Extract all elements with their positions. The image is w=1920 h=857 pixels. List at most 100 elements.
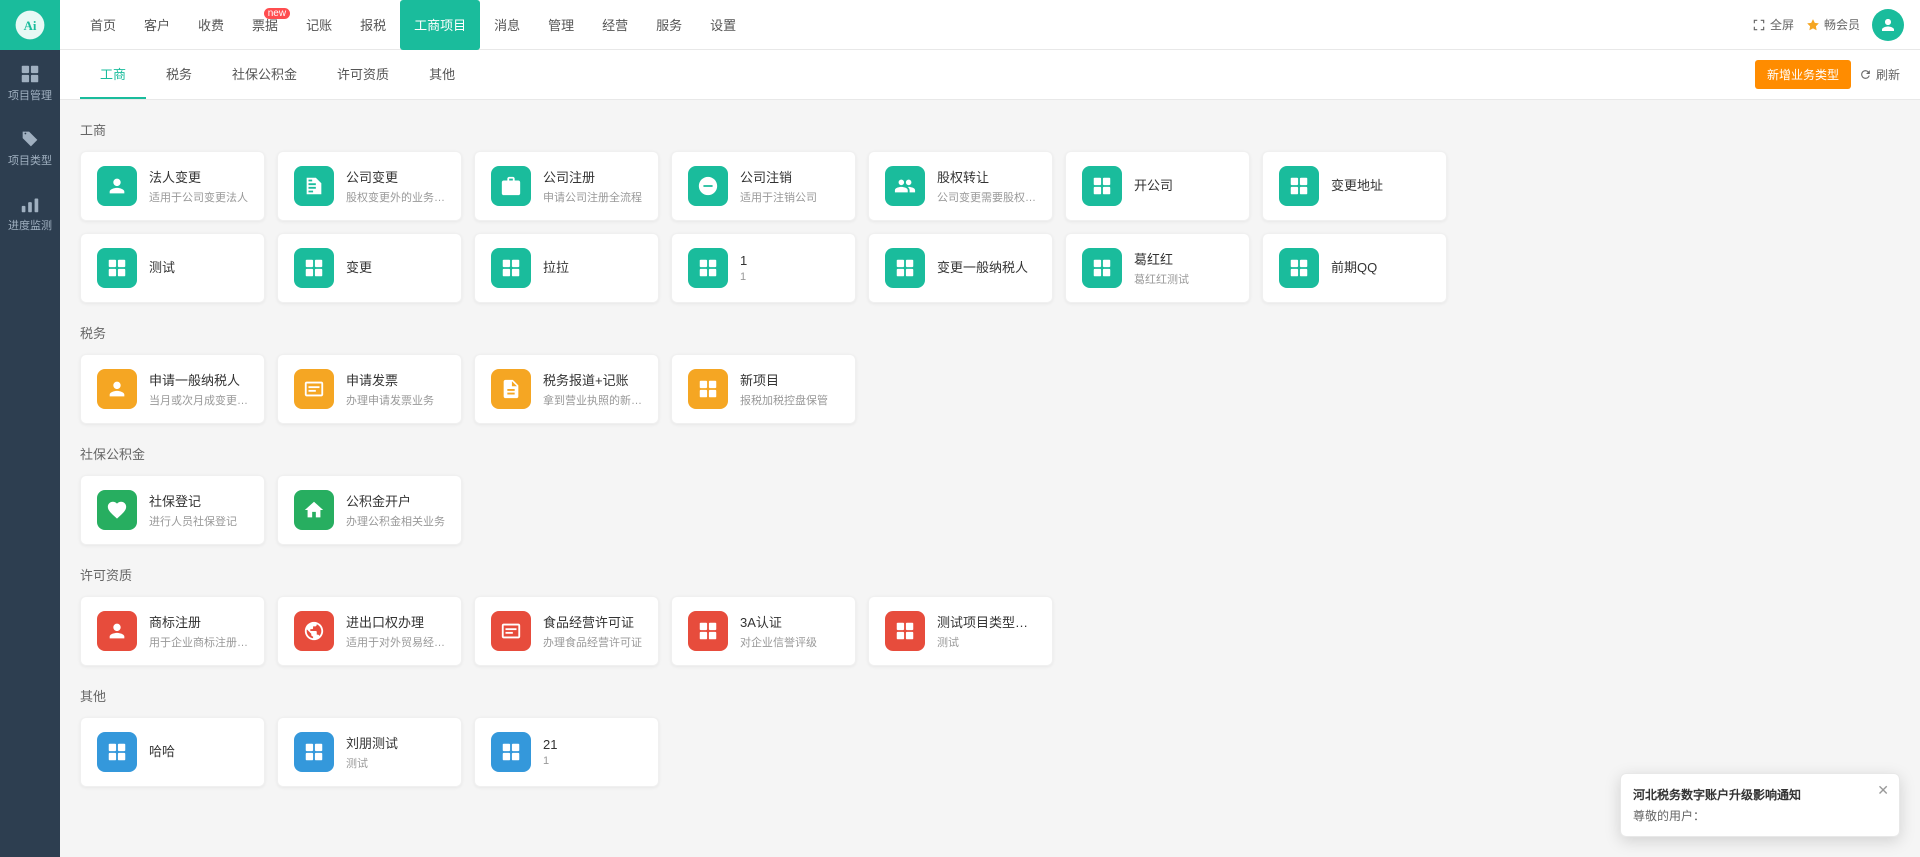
card-title-company-cancel: 公司注销 (740, 167, 839, 186)
card-title-trademark: 商标注册 (149, 612, 248, 631)
tab-shebao[interactable]: 社保公积金 (212, 50, 317, 99)
refresh-button[interactable]: 刷新 (1859, 66, 1900, 83)
tab-other[interactable]: 其他 (409, 50, 475, 99)
card-icon-open-company (1082, 166, 1122, 206)
card-desc-import-export: 适用于对外贸易经营者 (346, 634, 445, 650)
nav-message[interactable]: 消息 (480, 0, 534, 50)
section-title-other: 其他 (80, 686, 1900, 705)
card-3a-cert[interactable]: 3A认证 对企业信誉评级 (671, 596, 856, 666)
nav-service[interactable]: 服务 (642, 0, 696, 50)
card-desc-company-change: 股权变更外的业务变更 (346, 189, 445, 205)
nav-accounting[interactable]: 记账 (292, 0, 346, 50)
nav-billing[interactable]: 收费 (184, 0, 238, 50)
card-title-apply-invoice: 申请发票 (346, 370, 445, 389)
nav-tax[interactable]: 报税 (346, 0, 400, 50)
card-info-twenty-one: 21 1 (543, 737, 642, 767)
tab-gongshang[interactable]: 工商 (80, 50, 146, 99)
card-company-register[interactable]: 公司注册 申请公司注册全流程 (474, 151, 659, 221)
card-open-company[interactable]: 开公司 (1065, 151, 1250, 221)
refresh-label: 刷新 (1876, 66, 1900, 83)
card-title-haha: 哈哈 (149, 741, 248, 760)
card-icon-apply-invoice (294, 369, 334, 409)
fullscreen-button[interactable]: 全屏 (1752, 16, 1794, 33)
card-qq[interactable]: 前期QQ (1262, 233, 1447, 303)
card-lala[interactable]: 拉拉 (474, 233, 659, 303)
card-desc-one: 1 (740, 271, 839, 283)
add-type-button[interactable]: 新增业务类型 (1755, 60, 1851, 89)
card-apply-invoice[interactable]: 申请发票 办理申请发票业务 (277, 354, 462, 424)
card-icon-food-license (491, 611, 531, 651)
fullscreen-label: 全屏 (1770, 16, 1794, 33)
card-import-export[interactable]: 进出口权办理 适用于对外贸易经营者 (277, 596, 462, 666)
notification-body: 尊敬的用户： (1633, 807, 1887, 824)
card-desc-twenty-one: 1 (543, 755, 642, 767)
card-change-address[interactable]: 变更地址 (1262, 151, 1447, 221)
card-title-legal-change: 法人变更 (149, 167, 248, 186)
card-icon-test-type (885, 611, 925, 651)
card-info-company-change: 公司变更 股权变更外的业务变更 (346, 167, 445, 205)
chart-icon (18, 192, 42, 216)
section-title-xuke: 许可资质 (80, 565, 1900, 584)
card-info-mahonghong: 葛红红 葛红红测试 (1134, 249, 1233, 287)
sidebar-item-project-type[interactable]: 项目类型 (0, 115, 60, 180)
tab-xuke[interactable]: 许可资质 (317, 50, 409, 99)
vip-button[interactable]: 畅会员 (1806, 16, 1860, 33)
card-info-lala: 拉拉 (543, 257, 642, 279)
card-new-project[interactable]: 新项目 报税加税控盘保管 (671, 354, 856, 424)
card-icon-legal-change (97, 166, 137, 206)
nav-settings[interactable]: 设置 (696, 0, 750, 50)
card-info-3a-cert: 3A认证 对企业信誉评级 (740, 612, 839, 650)
card-haha[interactable]: 哈哈 (80, 717, 265, 787)
card-desc-liupeng-test: 测试 (346, 755, 445, 771)
card-legal-change[interactable]: 法人变更 适用于公司变更法人 (80, 151, 265, 221)
nav-client[interactable]: 客户 (130, 0, 184, 50)
card-title-social-register: 社保登记 (149, 491, 248, 510)
card-apply-taxpayer[interactable]: 申请一般纳税人 当月或次月成变更完成 (80, 354, 265, 424)
avatar[interactable] (1872, 9, 1904, 41)
nav-biz[interactable]: 工商项目 (400, 0, 480, 50)
card-fund-open[interactable]: 公积金开户 办理公积金相关业务 (277, 475, 462, 545)
card-company-change[interactable]: 公司变更 股权变更外的业务变更 (277, 151, 462, 221)
logo[interactable]: Ai (0, 0, 60, 50)
card-info-legal-change: 法人变更 适用于公司变更法人 (149, 167, 248, 205)
card-info-liupeng-test: 刘朋测试 测试 (346, 733, 445, 771)
card-title-test-type: 测试项目类型定义 (937, 612, 1036, 631)
card-icon-apply-taxpayer (97, 369, 137, 409)
card-trademark[interactable]: 商标注册 用于企业商标注册服务 (80, 596, 265, 666)
card-liupeng-test[interactable]: 刘朋测试 测试 (277, 717, 462, 787)
card-desc-apply-invoice: 办理申请发票业务 (346, 392, 445, 408)
gongshang-cards-row2: 测试 变更 (80, 233, 1900, 303)
card-desc-apply-taxpayer: 当月或次月成变更完成 (149, 392, 248, 408)
card-info-haha: 哈哈 (149, 741, 248, 763)
card-title-equity-transfer: 股权转让 (937, 167, 1036, 186)
card-biangengg[interactable]: 变更 (277, 233, 462, 303)
card-tax-report[interactable]: 税务报道+记账 拿到营业执照的新公司 (474, 354, 659, 424)
sidebar-item-progress-monitor[interactable]: 进度监测 (0, 180, 60, 245)
card-title-twenty-one: 21 (543, 737, 642, 752)
card-title-lala: 拉拉 (543, 257, 642, 276)
card-info-open-company: 开公司 (1134, 175, 1233, 197)
nav-operation[interactable]: 经营 (588, 0, 642, 50)
card-food-license[interactable]: 食品经营许可证 办理食品经营许可证 (474, 596, 659, 666)
sidebar: Ai 项目管理 项目类型 进度监测 (0, 0, 60, 857)
card-one[interactable]: 1 1 (671, 233, 856, 303)
card-equity-transfer[interactable]: 股权转让 公司变更需要股权转让 (868, 151, 1053, 221)
card-twenty-one[interactable]: 21 1 (474, 717, 659, 787)
section-title-shuiwu: 税务 (80, 323, 1900, 342)
card-test-type[interactable]: 测试项目类型定义 测试 (868, 596, 1053, 666)
nav-ticket[interactable]: 票据 new (238, 0, 292, 50)
card-change-taxpayer[interactable]: 变更一般纳税人 (868, 233, 1053, 303)
card-icon-test (97, 248, 137, 288)
card-mahonghong[interactable]: 葛红红 葛红红测试 (1065, 233, 1250, 303)
card-company-cancel[interactable]: 公司注销 适用于注销公司 (671, 151, 856, 221)
card-test[interactable]: 测试 (80, 233, 265, 303)
card-desc-legal-change: 适用于公司变更法人 (149, 189, 248, 205)
nav-manage[interactable]: 管理 (534, 0, 588, 50)
notification-close[interactable]: ✕ (1877, 782, 1889, 799)
card-social-register[interactable]: 社保登记 进行人员社保登记 (80, 475, 265, 545)
nav-home[interactable]: 首页 (76, 0, 130, 50)
sidebar-item-project-manage[interactable]: 项目管理 (0, 50, 60, 115)
tabs-bar: 工商 税务 社保公积金 许可资质 其他 新增业务类型 刷新 (60, 50, 1920, 100)
tab-shuiwu[interactable]: 税务 (146, 50, 212, 99)
card-icon-tax-report (491, 369, 531, 409)
